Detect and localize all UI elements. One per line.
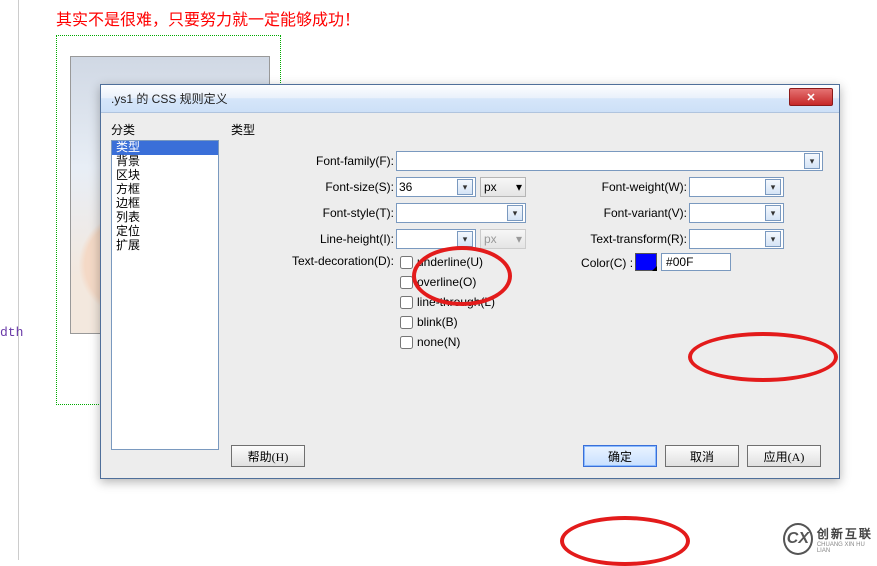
label-font-weight: Font-weight(W):	[544, 180, 689, 194]
headline-text: 其实不是很难，只要努力就一定能够成功！	[56, 6, 360, 30]
left-divider	[18, 0, 19, 560]
font-weight-select[interactable]: ▾	[689, 177, 784, 197]
side-code-text: dth	[0, 325, 23, 340]
label-font-variant: Font-variant(V):	[544, 206, 689, 220]
font-variant-select[interactable]: ▾	[689, 203, 784, 223]
chevron-down-icon: ▾	[804, 153, 820, 169]
check-line-through[interactable]: line-through(L)	[400, 292, 495, 312]
dialog-title: .ys1 的 CSS 规则定义	[111, 90, 228, 107]
brand-mark-icon: CX	[783, 523, 813, 555]
check-blink[interactable]: blink(B)	[400, 312, 495, 332]
color-input[interactable]: #00F	[661, 253, 731, 271]
chevron-down-icon: ▾	[457, 231, 473, 247]
color-swatch[interactable]	[635, 253, 657, 271]
label-font-family: Font-family(F):	[251, 154, 396, 168]
dialog-titlebar[interactable]: .ys1 的 CSS 规则定义 ✕	[101, 85, 839, 113]
css-rule-dialog: .ys1 的 CSS 规则定义 ✕ 分类 类型 背景 区块 方框 边框 列表 定…	[100, 84, 840, 479]
text-transform-select[interactable]: ▾	[689, 229, 784, 249]
help-button[interactable]: 帮助(H)	[231, 445, 305, 467]
check-underline[interactable]: underline(U)	[400, 252, 495, 272]
close-button[interactable]: ✕	[789, 88, 833, 106]
cancel-button[interactable]: 取消	[665, 445, 739, 467]
line-height-select[interactable]: ▾	[396, 229, 476, 249]
category-item-background[interactable]: 背景	[112, 155, 218, 169]
label-text-decoration: Text-decoration(D):	[251, 252, 396, 352]
category-item-type[interactable]: 类型	[112, 141, 218, 155]
category-item-position[interactable]: 定位	[112, 225, 218, 239]
label-font-size: Font-size(S):	[251, 180, 396, 194]
font-size-unit-select[interactable]: px▾	[480, 177, 526, 197]
category-item-border[interactable]: 边框	[112, 197, 218, 211]
font-family-select[interactable]: ▾	[396, 151, 823, 171]
ok-button[interactable]: 确定	[583, 445, 657, 467]
category-item-box[interactable]: 方框	[112, 183, 218, 197]
chevron-down-icon: ▾	[765, 231, 781, 247]
category-item-block[interactable]: 区块	[112, 169, 218, 183]
category-heading: 分类	[111, 121, 219, 138]
chevron-down-icon: ▾	[516, 232, 522, 246]
category-item-list[interactable]: 列表	[112, 211, 218, 225]
checkbox-overline[interactable]	[400, 276, 413, 289]
brand-logo: CX 创新互联 CHUANG XIN HU LIAN	[783, 520, 875, 558]
chevron-down-icon: ▾	[516, 180, 522, 194]
checkbox-line-through[interactable]	[400, 296, 413, 309]
checkbox-none[interactable]	[400, 336, 413, 349]
label-text-transform: Text-transform(R):	[544, 232, 689, 246]
chevron-down-icon: ▾	[765, 205, 781, 221]
category-item-extension[interactable]: 扩展	[112, 239, 218, 253]
check-overline[interactable]: overline(O)	[400, 272, 495, 292]
checkbox-underline[interactable]	[400, 256, 413, 269]
label-line-height: Line-height(I):	[251, 232, 396, 246]
brand-name-en: CHUANG XIN HU LIAN	[817, 542, 875, 554]
apply-button[interactable]: 应用(A)	[747, 445, 821, 467]
brand-name-cn: 创新互联	[817, 525, 875, 542]
close-icon: ✕	[806, 91, 815, 104]
chevron-down-icon: ▾	[507, 205, 523, 221]
annotation-circle-ok	[560, 516, 690, 566]
chevron-down-icon: ▾	[457, 179, 473, 195]
label-color: Color(C) :	[555, 254, 635, 270]
category-list[interactable]: 类型 背景 区块 方框 边框 列表 定位 扩展	[111, 140, 219, 450]
label-font-style: Font-style(T):	[251, 206, 396, 220]
chevron-down-icon: ▾	[765, 179, 781, 195]
font-size-value: 36	[399, 180, 412, 194]
font-style-select[interactable]: ▾	[396, 203, 526, 223]
checkbox-blink[interactable]	[400, 316, 413, 329]
panel-heading: 类型	[231, 121, 829, 138]
line-height-unit-select[interactable]: px▾	[480, 229, 526, 249]
font-size-select[interactable]: 36 ▾	[396, 177, 476, 197]
check-none[interactable]: none(N)	[400, 332, 495, 352]
